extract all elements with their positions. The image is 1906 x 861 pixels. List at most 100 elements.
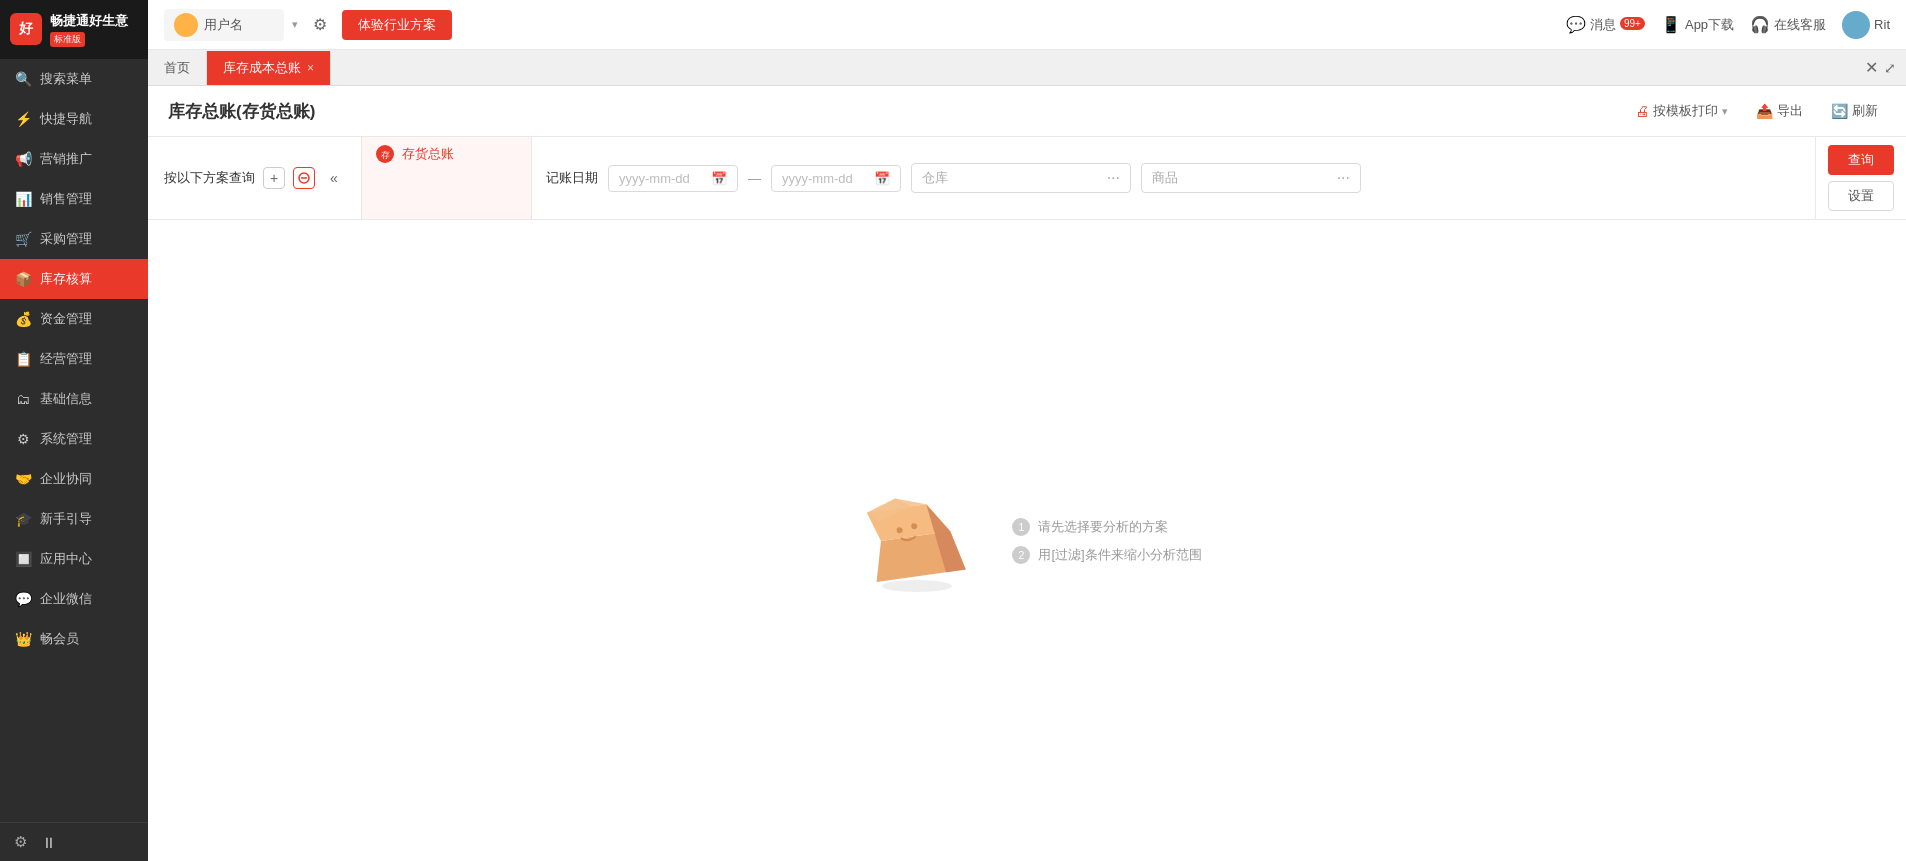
content-area: 库存总账(存货总账) 🖨 按模板打印 ▾ 📤 导出 🔄 刷新 — [148, 86, 1906, 861]
page-header: 库存总账(存货总账) 🖨 按模板打印 ▾ 📤 导出 🔄 刷新 — [148, 86, 1906, 137]
purchase-icon: 🛒 — [14, 230, 32, 248]
scheme-icon: 存 — [376, 145, 394, 163]
online-service-action[interactable]: 🎧 在线客服 — [1750, 15, 1826, 34]
page-header-actions: 🖨 按模板打印 ▾ 📤 导出 🔄 刷新 — [1627, 98, 1886, 124]
svg-text:存: 存 — [381, 150, 390, 160]
sidebar-footer: ⚙ ⏸ — [0, 822, 148, 861]
filter-collapse-button[interactable] — [293, 167, 315, 189]
sidebar-item-operation[interactable]: 📋 经营管理 — [0, 339, 148, 379]
logo-area: 好 畅捷通好生意 标准版 — [0, 0, 148, 59]
collapse-footer-icon[interactable]: ⏸ — [41, 834, 56, 851]
system-icon: ⚙ — [14, 430, 32, 448]
query-button[interactable]: 查询 — [1828, 145, 1894, 175]
circle-minus-icon — [298, 172, 310, 184]
sidebar-item-finance[interactable]: 💰 资金管理 — [0, 299, 148, 339]
date-end-input[interactable]: yyyy-mm-dd 📅 — [771, 165, 901, 192]
warehouse-more-icon[interactable]: ··· — [1107, 169, 1120, 187]
headset-icon: 🎧 — [1750, 15, 1770, 34]
sidebar-item-basic[interactable]: 🗂 基础信息 — [0, 379, 148, 419]
empty-hint-2: 2 用[过滤]条件来缩小分析范围 — [1012, 546, 1201, 564]
refresh-button[interactable]: 🔄 刷新 — [1823, 98, 1886, 124]
logo-icon: 好 — [10, 13, 42, 45]
industry-button[interactable]: 体验行业方案 — [342, 10, 452, 40]
user-avatar-small — [174, 13, 198, 37]
product-more-icon[interactable]: ··· — [1337, 169, 1350, 187]
appstore-icon: 🔲 — [14, 550, 32, 568]
operation-icon: 📋 — [14, 350, 32, 368]
panel-close-btn[interactable]: ✕ — [1865, 58, 1878, 77]
sidebar-item-inventory[interactable]: 📦 库存核算 — [0, 259, 148, 299]
sidebar-item-search[interactable]: 🔍 搜索菜单 — [0, 59, 148, 99]
hint-number-2: 2 — [1012, 546, 1030, 564]
svg-point-11 — [882, 580, 952, 592]
sidebar-item-quick-nav[interactable]: ⚡ 快捷导航 — [0, 99, 148, 139]
warehouse-field[interactable]: 仓库 ··· — [911, 163, 1131, 193]
message-icon: 💬 — [1566, 15, 1586, 34]
user-area[interactable]: 用户名 — [164, 9, 284, 41]
scheme-item-inventory-ledger[interactable]: 存 存货总账 — [362, 137, 531, 171]
empty-box-svg — [852, 476, 982, 606]
print-chevron-icon: ▾ — [1722, 105, 1728, 118]
page-title: 库存总账(存货总账) — [168, 100, 315, 123]
topbar-gear-icon[interactable]: ⚙ — [306, 11, 334, 39]
member-icon: 👑 — [14, 630, 32, 648]
logo-text: 畅捷通好生意 标准版 — [50, 12, 128, 47]
export-icon: 📤 — [1756, 103, 1773, 119]
print-icon: 🖨 — [1635, 103, 1649, 119]
user-top-action[interactable]: Rit — [1842, 11, 1890, 39]
settings-footer-icon[interactable]: ⚙ — [14, 833, 27, 851]
message-action[interactable]: 💬 消息 99+ — [1566, 15, 1645, 34]
tab-close-icon[interactable]: × — [307, 61, 314, 75]
tabs-bar: 首页 库存成本总账 × ✕ ⤢ — [148, 50, 1906, 86]
filter-label: 按以下方案查询 — [164, 169, 255, 187]
message-badge: 99+ — [1620, 17, 1645, 30]
basic-icon: 🗂 — [14, 390, 32, 408]
sidebar-item-member[interactable]: 👑 畅会员 — [0, 619, 148, 659]
marketing-icon: 📢 — [14, 150, 32, 168]
empty-illustration — [852, 476, 982, 606]
sidebar-item-appstore[interactable]: 🔲 应用中心 — [0, 539, 148, 579]
panel-expand-btn[interactable]: ⤢ — [1884, 60, 1896, 76]
wechat-icon: 💬 — [14, 590, 32, 608]
sidebar-item-sales[interactable]: 📊 销售管理 — [0, 179, 148, 219]
settings-button[interactable]: 设置 — [1828, 181, 1894, 211]
topbar: 用户名 ▾ ⚙ 体验行业方案 💬 消息 99+ 📱 App下载 🎧 在线客服 R — [148, 0, 1906, 50]
date-start-input[interactable]: yyyy-mm-dd 📅 — [608, 165, 738, 192]
search-icon: 🔍 — [14, 70, 32, 88]
sidebar-item-guide[interactable]: 🎓 新手引导 — [0, 499, 148, 539]
empty-text: 1 请先选择要分析的方案 2 用[过滤]条件来缩小分析范围 — [1012, 518, 1201, 564]
print-button[interactable]: 🖨 按模板打印 ▾ — [1627, 98, 1736, 124]
main-area: 用户名 ▾ ⚙ 体验行业方案 💬 消息 99+ 📱 App下载 🎧 在线客服 R — [148, 0, 1906, 861]
tab-inventory-ledger[interactable]: 库存成本总账 × — [207, 51, 331, 85]
finance-icon: 💰 — [14, 310, 32, 328]
filter-chevron-icon[interactable]: « — [323, 167, 345, 189]
sidebar-item-wechat[interactable]: 💬 企业微信 — [0, 579, 148, 619]
topbar-left: 用户名 ▾ ⚙ 体验行业方案 — [164, 9, 1556, 41]
sidebar-item-marketing[interactable]: 📢 营销推广 — [0, 139, 148, 179]
product-field[interactable]: 商品 ··· — [1141, 163, 1361, 193]
calendar-start-icon[interactable]: 📅 — [711, 171, 727, 186]
user-avatar-top — [1842, 11, 1870, 39]
date-label: 记账日期 — [546, 169, 598, 187]
guide-icon: 🎓 — [14, 510, 32, 528]
export-button[interactable]: 📤 导出 — [1748, 98, 1811, 124]
inventory-icon: 📦 — [14, 270, 32, 288]
corp-icon: 🤝 — [14, 470, 32, 488]
app-download-action[interactable]: 📱 App下载 — [1661, 15, 1734, 34]
topbar-chevron-icon[interactable]: ▾ — [292, 18, 298, 31]
calendar-end-icon[interactable]: 📅 — [874, 171, 890, 186]
filter-add-button[interactable]: + — [263, 167, 285, 189]
topbar-right: 💬 消息 99+ 📱 App下载 🎧 在线客服 Rit — [1566, 11, 1890, 39]
empty-state: 1 请先选择要分析的方案 2 用[过滤]条件来缩小分析范围 — [148, 220, 1906, 861]
tab-home[interactable]: 首页 — [148, 51, 207, 85]
topbar-username: 用户名 — [204, 16, 243, 34]
empty-hint-1: 1 请先选择要分析的方案 — [1012, 518, 1201, 536]
sidebar-item-corp[interactable]: 🤝 企业协同 — [0, 459, 148, 499]
sidebar-item-purchase[interactable]: 🛒 采购管理 — [0, 219, 148, 259]
hint-number-1: 1 — [1012, 518, 1030, 536]
phone-icon: 📱 — [1661, 15, 1681, 34]
sales-icon: 📊 — [14, 190, 32, 208]
refresh-icon: 🔄 — [1831, 103, 1848, 119]
sidebar: 好 畅捷通好生意 标准版 🔍 搜索菜单 ⚡ 快捷导航 📢 营销推广 📊 销售管理… — [0, 0, 148, 861]
sidebar-item-system[interactable]: ⚙ 系统管理 — [0, 419, 148, 459]
